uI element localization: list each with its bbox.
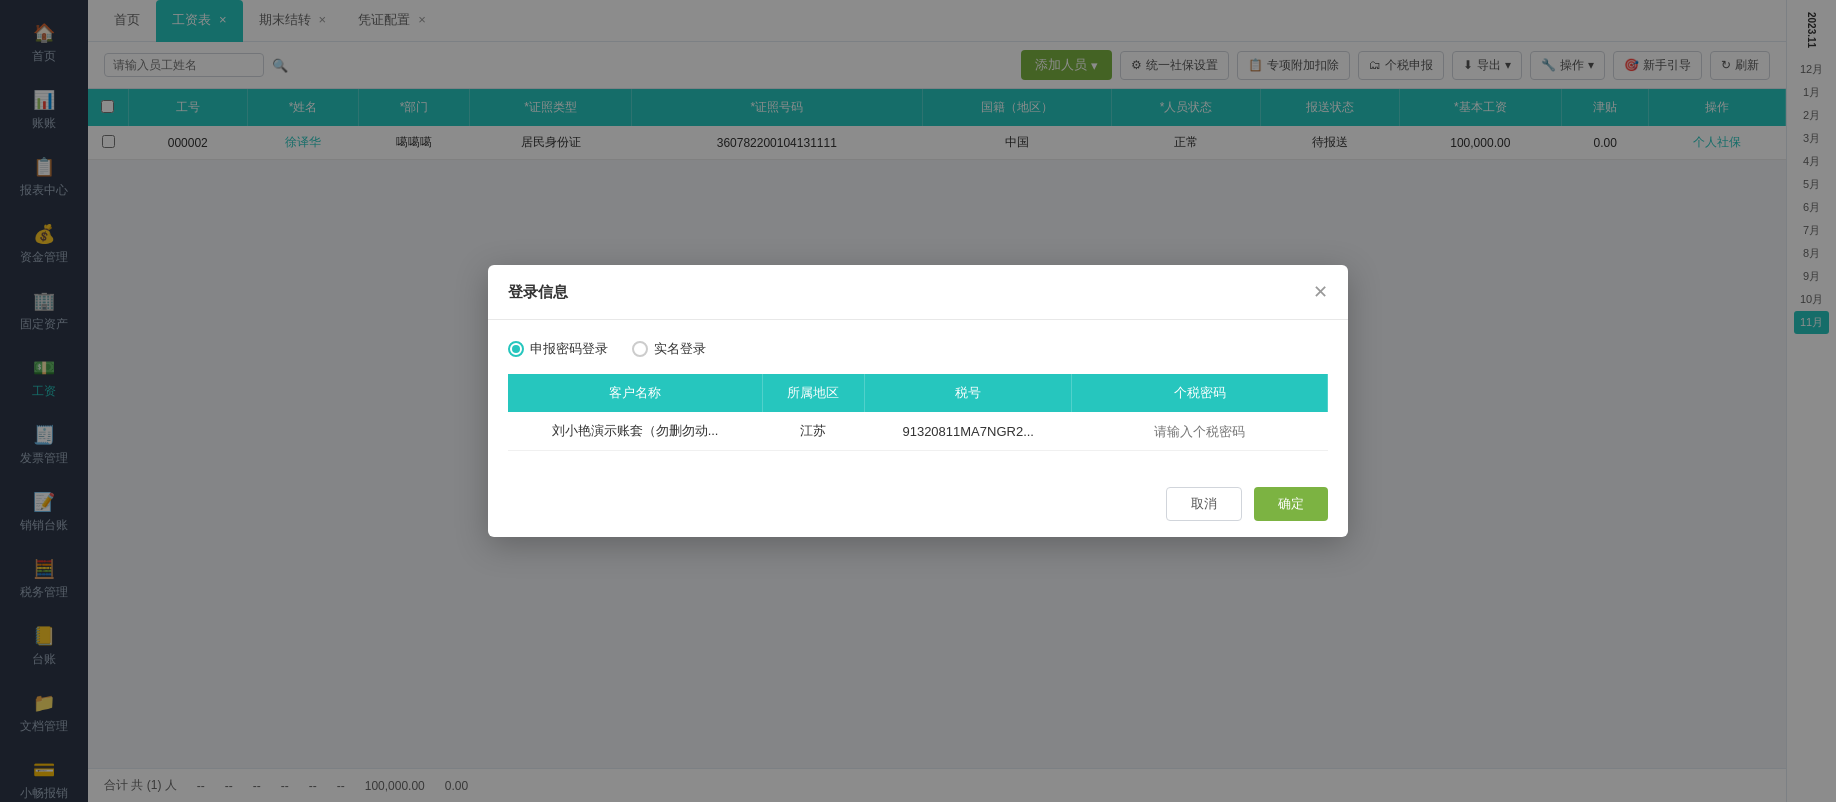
client-name-cell: 刘小艳演示账套（勿删勿动... <box>508 412 762 451</box>
radio-realname-label: 实名登录 <box>654 340 706 358</box>
radio-password-login[interactable]: 申报密码登录 <box>508 340 608 358</box>
col-client-name: 客户名称 <box>508 374 762 412</box>
login-info-dialog: 登录信息 ✕ 申报密码登录 实名登录 <box>488 265 1348 537</box>
client-table-row: 刘小艳演示账套（勿删勿动... 江苏 91320811MA7NGR2... <box>508 412 1328 451</box>
tax-pwd-cell[interactable] <box>1072 412 1328 451</box>
tax-pwd-input[interactable] <box>1084 424 1316 439</box>
col-tax-pwd: 个税密码 <box>1072 374 1328 412</box>
dialog-overlay: 登录信息 ✕ 申报密码登录 实名登录 <box>0 0 1836 802</box>
radio-realname-login[interactable]: 实名登录 <box>632 340 706 358</box>
region-cell: 江苏 <box>762 412 865 451</box>
radio-realname-circle <box>632 341 648 357</box>
confirm-button[interactable]: 确定 <box>1254 487 1328 521</box>
cancel-button[interactable]: 取消 <box>1166 487 1242 521</box>
tax-no-cell: 91320811MA7NGR2... <box>865 412 1072 451</box>
col-tax-no: 税号 <box>865 374 1072 412</box>
client-table: 客户名称 所属地区 税号 个税密码 刘小艳演示账套（勿删勿动... 江苏 913… <box>508 374 1328 451</box>
dialog-close-button[interactable]: ✕ <box>1313 281 1328 303</box>
col-region: 所属地区 <box>762 374 865 412</box>
dialog-header: 登录信息 ✕ <box>488 265 1348 320</box>
radio-password-circle <box>508 341 524 357</box>
radio-password-label: 申报密码登录 <box>530 340 608 358</box>
app-container: 🏠 首页 📊 账账 📋 报表中心 💰 资金管理 🏢 固定资产 💵 工资 🧾 发票… <box>0 0 1836 802</box>
login-type-radio-group: 申报密码登录 实名登录 <box>508 340 1328 358</box>
dialog-body: 申报密码登录 实名登录 客户名称 所属地区 税号 个税密码 <box>488 320 1348 471</box>
dialog-footer: 取消 确定 <box>488 471 1348 537</box>
dialog-title: 登录信息 <box>508 283 568 302</box>
